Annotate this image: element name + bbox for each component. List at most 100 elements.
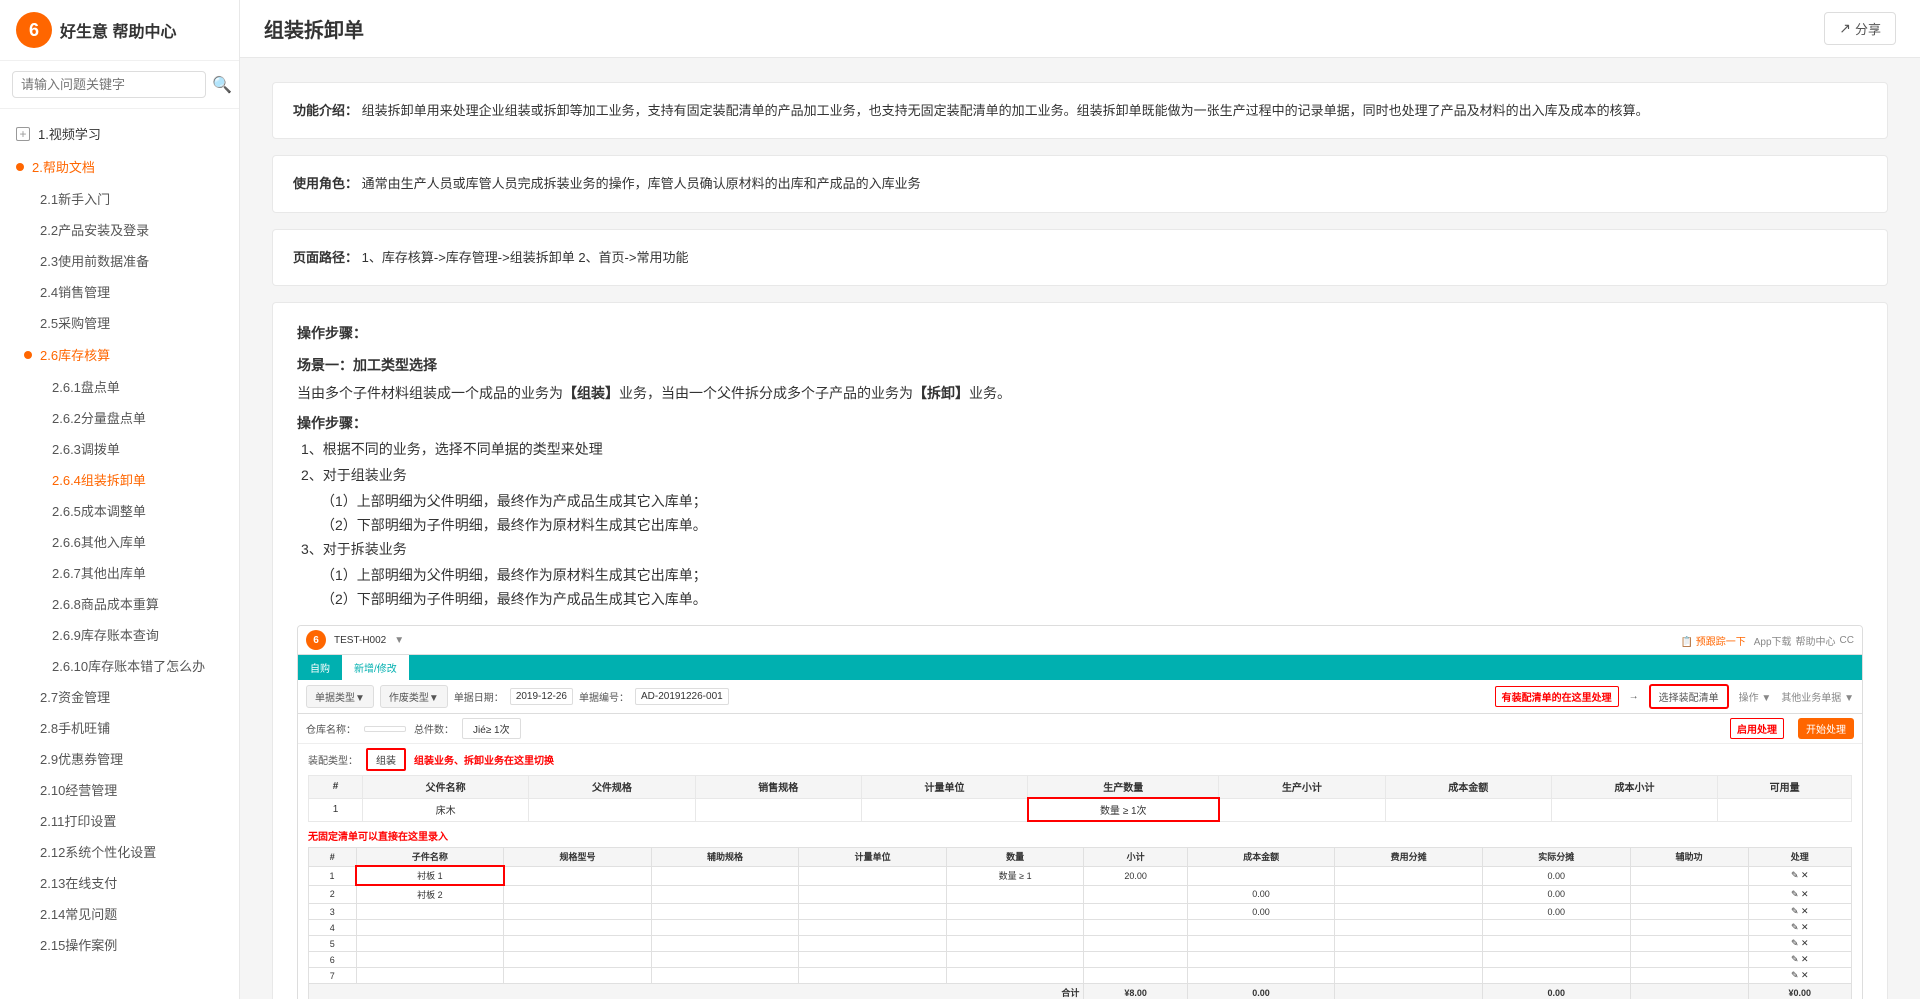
sidebar-item-212[interactable]: 2.12系统个性化设置 bbox=[0, 836, 239, 867]
content-area: 功能介绍： 组装拆卸单用来处理企业组装或拆卸等加工业务，支持有固定装配清单的产品… bbox=[240, 58, 1920, 999]
sidebar-item-215[interactable]: 2.15操作案例 bbox=[0, 929, 239, 960]
ss-confirm-btn[interactable]: 开始处理 bbox=[1798, 718, 1854, 739]
ss-app-store: App下载 bbox=[1754, 633, 1792, 648]
sidebar-item-sub-23[interactable]: 2.3使用前数据准备 bbox=[0, 245, 239, 276]
path-label: 页面路径： bbox=[293, 250, 358, 265]
ss-btn-doctype2[interactable]: 作废类型▼ bbox=[380, 685, 448, 708]
step3: 3、对于拆装业务 bbox=[297, 539, 1863, 559]
sidebar-item-268[interactable]: 2.6.8商品成本重算 bbox=[0, 588, 239, 619]
screenshot-sim: 6 TEST-H002 ▼ 📋 预跟踪一下 App下载 帮助中心 CC 自购 新… bbox=[298, 626, 1862, 999]
nav-list: + 1.视频学习 2.帮助文档 2.1新手入门 2.2产品安装及登录 2.3使用… bbox=[0, 109, 239, 999]
ss-no-val: AD-20191226-001 bbox=[635, 688, 729, 705]
sidebar-item-28[interactable]: 2.8手机旺铺 bbox=[0, 712, 239, 743]
role-card: 使用角色： 通常由生产人员或库管人员完成拆装业务的操作，库管人员确认原材料的出库… bbox=[272, 155, 1888, 212]
step1: 1、根据不同的业务，选择不同单据的类型来处理 bbox=[297, 439, 1863, 459]
ss-col-parent-name: 父件名称 bbox=[363, 776, 529, 799]
screenshot: 6 TEST-H002 ▼ 📋 预跟踪一下 App下载 帮助中心 CC 自购 新… bbox=[297, 625, 1863, 999]
ss-select-bom-btn[interactable]: 选择装配清单 bbox=[1649, 684, 1729, 709]
sidebar-item-214[interactable]: 2.14常见问题 bbox=[0, 898, 239, 929]
ss-tab-purchase[interactable]: 自购 bbox=[298, 655, 342, 680]
ss-type-input[interactable]: 组装 bbox=[366, 748, 406, 771]
ss-help: 帮助中心 bbox=[1796, 633, 1836, 648]
sub-table-row: 4✎ ✕ bbox=[309, 920, 1852, 936]
sidebar-item-263[interactable]: 2.6.3调拨单 bbox=[0, 433, 239, 464]
scenario1-desc: 当由多个子件材料组装成一个成品的业务为【组装】业务，当由一个父件拆分成多个子产品… bbox=[297, 383, 1863, 403]
ss-col-avail: 可用量 bbox=[1718, 776, 1852, 799]
table-row: 1 床木 数量 ≥ 1次 bbox=[309, 798, 1852, 821]
ss-date-val: 2019-12-26 bbox=[510, 688, 573, 705]
sidebar-item-266[interactable]: 2.6.6其他入库单 bbox=[0, 526, 239, 557]
share-button[interactable]: ↗ 分享 bbox=[1824, 12, 1896, 45]
sidebar-item-docs[interactable]: 2.帮助文档 bbox=[0, 150, 239, 183]
role-text: 通常由生产人员或库管人员完成拆装业务的操作，库管人员确认原材料的出库和产成品的入… bbox=[362, 176, 921, 191]
sidebar-item-sub-22[interactable]: 2.2产品安装及登录 bbox=[0, 214, 239, 245]
ss-app-id: TEST-H002 bbox=[334, 635, 386, 646]
steps-section: 操作步骤： 场景一：加工类型选择 当由多个子件材料组装成一个成品的业务为【组装】… bbox=[272, 302, 1888, 999]
sidebar-item-262[interactable]: 2.6.2分量盘点单 bbox=[0, 402, 239, 433]
ss-arrow1: → bbox=[1629, 691, 1639, 702]
sidebar-item-213[interactable]: 2.13在线支付 bbox=[0, 867, 239, 898]
sidebar-item-264[interactable]: 2.6.4组装拆卸单 bbox=[0, 464, 239, 495]
sub-table-row: 1 衬板 1 数量 ≥ 1 20.00 0.00 ✎ ✕ bbox=[309, 866, 1852, 885]
sidebar-item-video[interactable]: + 1.视频学习 bbox=[0, 117, 239, 150]
sidebar-item-29[interactable]: 2.9优惠券管理 bbox=[0, 743, 239, 774]
ss-count-label: 总件数： bbox=[414, 721, 454, 736]
sub-table-row: 2 衬板 2 0.00 0.00 ✎ ✕ bbox=[309, 885, 1852, 904]
ss-col-sale-spec: 销售规格 bbox=[695, 776, 861, 799]
ss-main-table: # 父件名称 父件规格 销售规格 计量单位 生产数量 生产小计 成本金额 成本小… bbox=[308, 775, 1852, 822]
sidebar-item-sub-24[interactable]: 2.4销售管理 bbox=[0, 276, 239, 307]
ss-no-label: 单据编号： bbox=[579, 689, 629, 704]
ss-main-table-container: # 父件名称 父件规格 销售规格 计量单位 生产数量 生产小计 成本金额 成本小… bbox=[298, 775, 1862, 826]
search-box: 🔍 bbox=[0, 61, 239, 109]
annotation2-text: 组装业务、拆卸业务在这里切换 bbox=[414, 752, 554, 767]
ss-col-cost: 成本金额 bbox=[1385, 776, 1551, 799]
annotation1: 有装配清单的在这里处理 bbox=[1495, 686, 1619, 707]
ss-btn-doctype[interactable]: 单据类型▼ bbox=[306, 685, 374, 708]
sidebar-item-sub-21[interactable]: 2.1新手入门 bbox=[0, 183, 239, 214]
ss-wh-input[interactable] bbox=[364, 726, 406, 732]
sidebar-item-211[interactable]: 2.11打印设置 bbox=[0, 805, 239, 836]
sidebar-item-210[interactable]: 2.10经营管理 bbox=[0, 774, 239, 805]
annotation3: 启用处理 bbox=[1730, 718, 1784, 739]
sub-table-row: 7✎ ✕ bbox=[309, 968, 1852, 984]
main-content: 组装拆卸单 ↗ 分享 功能介绍： 组装拆卸单用来处理企业组装或拆卸等加工业务，支… bbox=[240, 0, 1920, 999]
sidebar-item-269[interactable]: 2.6.9库存账本查询 bbox=[0, 619, 239, 650]
search-input[interactable] bbox=[12, 71, 206, 98]
sidebar-item-26[interactable]: 2.6库存核算 bbox=[0, 338, 239, 371]
ss-col-parent-spec: 父件规格 bbox=[529, 776, 695, 799]
ss-fields-row: 仓库名称： 总件数： Jié≥ 1次 启用处理 开始处理 bbox=[298, 714, 1862, 744]
app-logo: 6 bbox=[16, 12, 52, 48]
ss-annotation2-row: 装配类型： 组装 组装业务、拆卸业务在这里切换 bbox=[298, 744, 1862, 775]
main-header: 组装拆卸单 ↗ 分享 bbox=[240, 0, 1920, 58]
annotation4-row: 无固定清单可以直接在这里录入 bbox=[298, 826, 1862, 847]
sub-table-row: 3 0.000.00✎ ✕ bbox=[309, 904, 1852, 920]
ss-toolbar-actions: 其他业务单据 ▼ bbox=[1781, 689, 1854, 704]
ss-sub-table: # 子件名称 规格型号 辅助规格 计量单位 数量 小计 成本金额 费用分摊 bbox=[308, 847, 1852, 999]
ss-new-order-btn[interactable]: 📋 预跟踪一下 bbox=[1681, 633, 1746, 648]
sidebar-item-sub-25[interactable]: 2.5采购管理 bbox=[0, 307, 239, 338]
step2: 2、对于组装业务 bbox=[297, 465, 1863, 485]
role-label: 使用角色： bbox=[293, 176, 358, 191]
intro-card: 功能介绍： 组装拆卸单用来处理企业组装或拆卸等加工业务，支持有固定装配清单的产品… bbox=[272, 82, 1888, 139]
path-card: 页面路径： 1、库存核算->库存管理->组装拆卸单 2、首页->常用功能 bbox=[272, 229, 1888, 286]
step3-1: （1）上部明细为父件明细，最终作为原材料生成其它出库单； bbox=[297, 565, 1863, 585]
sidebar-item-261[interactable]: 2.6.1盘点单 bbox=[0, 371, 239, 402]
sidebar-item-27[interactable]: 2.7资金管理 bbox=[0, 681, 239, 712]
sidebar-header: 6 好生意 帮助中心 bbox=[0, 0, 239, 61]
step2-1: （1）上部明细为父件明细，最终作为产成品生成其它入库单； bbox=[297, 491, 1863, 511]
sub-table-footer: 合计 ¥8.00 0.00 0.00 ¥0.00 bbox=[309, 984, 1852, 999]
sub-table-row: 5✎ ✕ bbox=[309, 936, 1852, 952]
ss-wh-label: 仓库名称： bbox=[306, 721, 356, 736]
sidebar-item-265[interactable]: 2.6.5成本调整单 bbox=[0, 495, 239, 526]
path-text: 1、库存核算->库存管理->组装拆卸单 2、首页->常用功能 bbox=[362, 250, 689, 265]
ss-date-label: 单据日期： bbox=[454, 689, 504, 704]
ss-col-qty: 生产数量 bbox=[1028, 776, 1219, 799]
ss-tab-bar: 自购 新增/修改 bbox=[298, 655, 1862, 680]
sidebar-item-267[interactable]: 2.6.7其他出库单 bbox=[0, 557, 239, 588]
ss-tab-edit[interactable]: 新增/修改 bbox=[342, 655, 409, 680]
annotation4-text: 无固定清单可以直接在这里录入 bbox=[308, 828, 448, 843]
search-icon[interactable]: 🔍 bbox=[212, 75, 232, 95]
step2-2: （2）下部明细为子件明细，最终作为原材料生成其它出库单。 bbox=[297, 515, 1863, 535]
ss-logo: 6 bbox=[306, 630, 326, 650]
sidebar-item-2610[interactable]: 2.6.10库存账本错了怎么办 bbox=[0, 650, 239, 681]
